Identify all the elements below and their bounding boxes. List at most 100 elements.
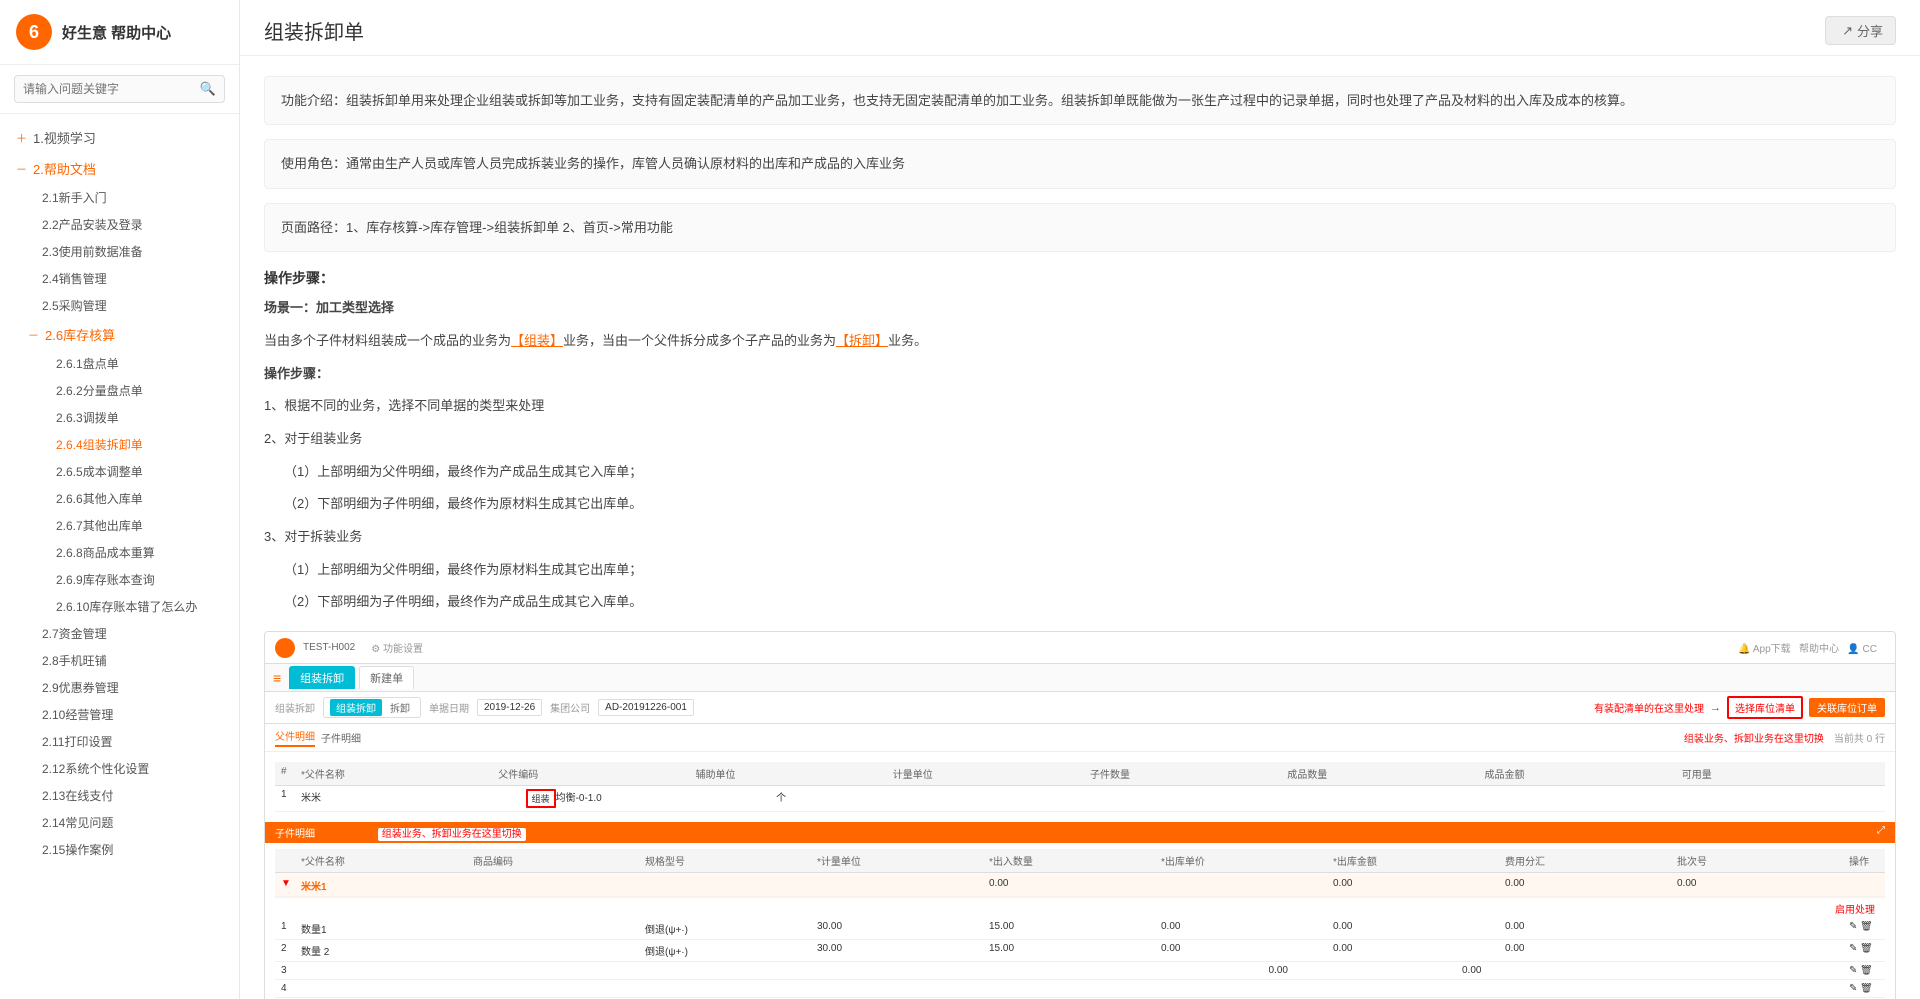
fake-table-header-upper: # *父件名称 父件编码 辅助单位 计量单位 子件数量 成品数量 成品金额 可用…: [275, 762, 1885, 786]
logo-area: 6 好生意 帮助中心: [0, 0, 239, 65]
fake-app-id: TEST-H002: [303, 642, 355, 653]
scene1-desc: 当由多个子件材料组装成一个成品的业务为【组装】业务，当由一个父件拆分成多个子产品…: [264, 329, 1896, 354]
path-block: 页面路径：1、库存核算->库存管理->组装拆卸单 2、首页->常用功能: [264, 203, 1896, 252]
share-button[interactable]: ↗ 分享: [1825, 16, 1896, 45]
toolbar-type-option1[interactable]: 组装拆卸: [330, 699, 382, 716]
fake-count-label: 当前共 0 行: [1834, 730, 1885, 745]
fake-sub-tabs: 父件明细 子件明细 组装业务、拆卸业务在这里切换 当前共 0 行: [265, 724, 1895, 752]
intro-block: 功能介绍：组装拆卸单用来处理企业组装或拆卸等加工业务，支持有固定装配清单的产品加…: [264, 76, 1896, 125]
scene1-title: 场景一：加工类型选择: [264, 296, 1896, 321]
fake-table-row-1: 1 米米 组装 均衡-0-1.0 个: [275, 786, 1885, 812]
fake-screenshot: TEST-H002 ⚙ 功能设置 🔔 App下载 帮助中心 👤 CC ≡ 组装拆…: [265, 632, 1895, 999]
sidebar-item-2-3[interactable]: 2.3使用前数据准备: [0, 238, 239, 265]
sidebar-item-2-6-10[interactable]: 2.6.10库存账本错了怎么办: [0, 593, 239, 620]
sidebar-item-2[interactable]: － 2.帮助文档: [0, 153, 239, 184]
step2-sub2: （2）下部明细为子件明细，最终作为原材料生成其它出库单。: [264, 492, 1896, 517]
toolbar-label-zuanzhuang: 组装拆卸: [275, 700, 315, 715]
search-box: 🔍: [14, 75, 225, 103]
step3-sub1: （1）上部明细为父件明细，最终作为原材料生成其它出库单；: [264, 558, 1896, 583]
fake-icons: 🔔 App下载 帮助中心 👤 CC: [1738, 640, 1877, 655]
toolbar-group-value: AD-20191226-001: [598, 699, 694, 716]
fake-nav-text: ⚙ 功能设置: [371, 640, 423, 655]
sidebar-item-2-4[interactable]: 2.4销售管理: [0, 265, 239, 292]
sidebar: 6 好生意 帮助中心 🔍 ＋ 1.视频学习 － 2.帮助文档 2.1新手入门 2…: [0, 0, 240, 999]
fake-lower-section-header: ▼ 米米1 0.00 0.00 0.00 0.00: [275, 873, 1885, 899]
sidebar-item-2-9[interactable]: 2.9优惠券管理: [0, 674, 239, 701]
sidebar-item-2-6[interactable]: － 2.6库存核算: [0, 319, 239, 350]
plus-icon: ＋: [16, 130, 27, 146]
annotation-arrow-1: →: [1710, 702, 1721, 714]
search-area: 🔍: [0, 65, 239, 114]
steps-label: 操作步骤：: [264, 362, 1896, 387]
nav-tree: ＋ 1.视频学习 － 2.帮助文档 2.1新手入门 2.2产品安装及登录 2.3…: [0, 114, 239, 999]
sidebar-item-2-6-9[interactable]: 2.6.9库存账本查询: [0, 566, 239, 593]
path-text: 页面路径：1、库存核算->库存管理->组装拆卸单 2、首页->常用功能: [281, 220, 673, 235]
sidebar-item-2-13[interactable]: 2.13在线支付: [0, 782, 239, 809]
fake-expand-icon: ⤢: [1877, 825, 1885, 836]
zuanzhuang-link: 【组装】: [511, 333, 563, 348]
sidebar-item-2-12[interactable]: 2.12系统个性化设置: [0, 755, 239, 782]
sidebar-item-2-6-7[interactable]: 2.6.7其他出库单: [0, 512, 239, 539]
sidebar-item-2-15[interactable]: 2.15操作案例: [0, 836, 239, 863]
fake-table-area-upper: # *父件名称 父件编码 辅助单位 计量单位 子件数量 成品数量 成品金额 可用…: [265, 752, 1895, 822]
role-block: 使用角色：通常由生产人员或库管人员完成拆装业务的操作，库管人员确认原材料的出库和…: [264, 139, 1896, 188]
sidebar-item-2-7[interactable]: 2.7资金管理: [0, 620, 239, 647]
sidebar-item-2-6-5[interactable]: 2.6.5成本调整单: [0, 458, 239, 485]
fake-confirm-btn[interactable]: 关联库位订单: [1809, 698, 1885, 717]
sidebar-item-2-5[interactable]: 2.5采购管理: [0, 292, 239, 319]
main-area: 组装拆卸单 ↗ 分享 功能介绍：组装拆卸单用来处理企业组装或拆卸等加工业务，支持…: [240, 0, 1920, 999]
fake-lower-row-4: 4 ✎ 🗑: [275, 980, 1885, 998]
logo-icon: 6: [16, 14, 52, 50]
fake-table-header-lower: *父件名称 商品编码 规格型号 *计量单位 *出入数量 *出库单价 *出库金额 …: [275, 849, 1885, 873]
fake-lower-row-3: 3 0.00 0.00 ✎ 🗑: [275, 962, 1885, 980]
toolbar-label-group: 集团公司: [550, 700, 590, 715]
sidebar-item-2-14[interactable]: 2.14常见问题: [0, 809, 239, 836]
sidebar-item-2-8[interactable]: 2.8手机旺铺: [0, 647, 239, 674]
annotation-2-label: 组装业务、拆卸业务在这里切换: [378, 828, 526, 841]
sidebar-item-2-6-8[interactable]: 2.6.8商品成本重算: [0, 539, 239, 566]
fake-sub-tab-2[interactable]: 子件明细: [321, 730, 361, 745]
sidebar-item-2-1[interactable]: 2.1新手入门: [0, 184, 239, 211]
sidebar-item-2-10[interactable]: 2.10经营管理: [0, 701, 239, 728]
step2-sub1: （1）上部明细为父件明细，最终作为产成品生成其它入库单；: [264, 460, 1896, 485]
sidebar-item-2-6-3[interactable]: 2.6.3调拨单: [0, 404, 239, 431]
toolbar-label-date: 单据日期: [429, 700, 469, 715]
sidebar-item-1[interactable]: ＋ 1.视频学习: [0, 122, 239, 153]
annotation-1: 有装配清单的在这里处理: [1594, 700, 1704, 715]
share-icon: ↗: [1842, 23, 1853, 39]
annotation-2: 组装业务、拆卸业务在这里切换: [1684, 730, 1824, 745]
sidebar-item-2-6-6[interactable]: 2.6.6其他入库单: [0, 485, 239, 512]
red-box-cell: 组装: [526, 789, 556, 808]
content-area: 功能介绍：组装拆卸单用来处理企业组装或拆卸等加工业务，支持有固定装配清单的产品加…: [240, 56, 1920, 999]
search-input[interactable]: [23, 82, 200, 96]
sidebar-item-2-6-4[interactable]: 2.6.4组装拆卸单: [0, 431, 239, 458]
select-qingdan-btn[interactable]: 选择库位清单: [1727, 696, 1803, 719]
screenshot-container: TEST-H002 ⚙ 功能设置 🔔 App下载 帮助中心 👤 CC ≡ 组装拆…: [264, 631, 1896, 999]
fake-tab-2[interactable]: 新建单: [359, 666, 414, 689]
toolbar-type-option2[interactable]: 拆卸: [386, 699, 414, 716]
minus-icon-2: －: [28, 327, 39, 343]
fake-lower-row-header: ▼ 米米1 0.00 0.00 0.00 0.00: [275, 875, 1885, 897]
step1-text: 1、根据不同的业务，选择不同单据的类型来处理: [264, 394, 1896, 419]
step3-sub2: （2）下部明细为子件明细，最终作为产成品生成其它入库单。: [264, 590, 1896, 615]
fake-table-area-lower: *父件名称 商品编码 规格型号 *计量单位 *出入数量 *出库单价 *出库金额 …: [265, 843, 1895, 999]
annotation-3-container: 启用处理: [275, 899, 1885, 918]
fake-sub-tab-active[interactable]: 父件明细: [275, 728, 315, 747]
sidebar-item-2-2[interactable]: 2.2产品安装及登录: [0, 211, 239, 238]
sidebar-item-2-6-1[interactable]: 2.6.1盘点单: [0, 350, 239, 377]
page-title: 组装拆卸单: [264, 16, 364, 45]
sidebar-item-2-6-2[interactable]: 2.6.2分量盘点单: [0, 377, 239, 404]
sidebar-item-2-11[interactable]: 2.11打印设置: [0, 728, 239, 755]
search-icon[interactable]: 🔍: [200, 81, 216, 97]
main-header: 组装拆卸单 ↗ 分享: [240, 0, 1920, 56]
step3-text: 3、对于拆装业务: [264, 525, 1896, 550]
fake-toolbar: 组装拆卸 组装拆卸 拆卸 单据日期 2019-12-26 集团公司 AD-201…: [265, 692, 1895, 724]
toolbar-date-value: 2019-12-26: [477, 699, 542, 716]
fake-lower-row-2: 2 数量 2 倒退(ψ+·) 30.00 15.00 0.00 0.00 0.0…: [275, 940, 1885, 962]
fake-tab-bar: ≡ 组装拆卸 新建单: [265, 664, 1895, 692]
role-text: 使用角色：通常由生产人员或库管人员完成拆装业务的操作，库管人员确认原材料的出库和…: [281, 156, 905, 171]
fake-tab-1[interactable]: 组装拆卸: [289, 666, 355, 689]
fake-app-bar: TEST-H002 ⚙ 功能设置 🔔 App下载 帮助中心 👤 CC: [265, 632, 1895, 664]
fake-lower-row-1: 1 数量1 倒退(ψ+·) 30.00 15.00 0.00 0.00 0.00…: [275, 918, 1885, 940]
minus-icon: －: [16, 161, 27, 177]
